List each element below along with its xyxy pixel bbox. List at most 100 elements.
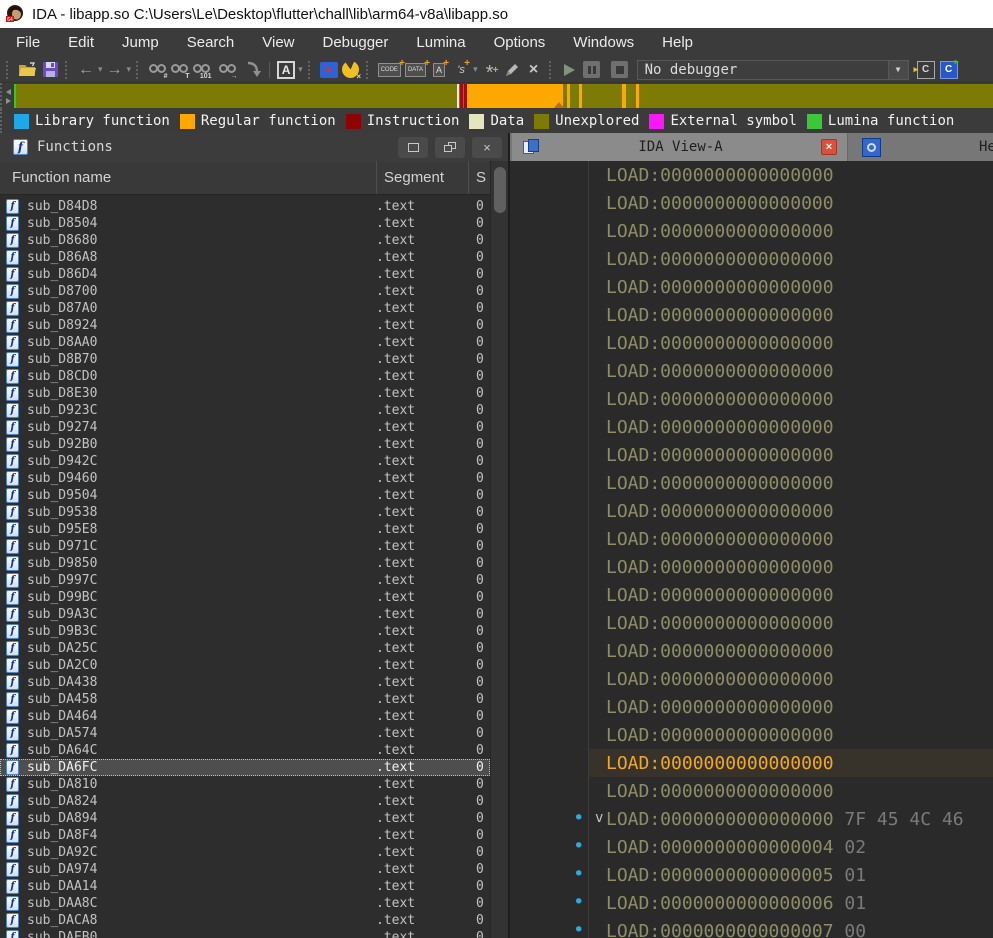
maximize-button[interactable] [398, 137, 428, 158]
navband-right-arrow-icon[interactable] [6, 98, 11, 104]
disassembly-line[interactable]: LOAD:0000000000000000 [510, 581, 993, 609]
disassembly-line[interactable]: LOAD:0000000000000000 [510, 553, 993, 581]
make-code-button[interactable]: CODE+ [378, 59, 401, 81]
disassembly-line[interactable]: LOAD:0000000000000000 [510, 301, 993, 329]
table-row[interactable]: fsub_DA824.text0 [0, 793, 490, 810]
column-start[interactable]: S [468, 161, 490, 194]
make-struct-button[interactable]: 's+ [452, 59, 470, 81]
disassembly-line[interactable]: LOAD:0000000000000000 [510, 693, 993, 721]
functions-title-bar[interactable]: f Functions × [0, 133, 508, 161]
save-button[interactable] [41, 59, 59, 81]
restore-button[interactable] [435, 137, 465, 158]
search-binary-button[interactable]: 101 [192, 59, 210, 81]
disassembly-line[interactable]: LOAD:0000000000000000 [510, 665, 993, 693]
table-row[interactable]: fsub_DA6FC.text0 [0, 759, 490, 776]
table-row[interactable]: fsub_DACA8.text0 [0, 912, 490, 929]
table-row[interactable]: fsub_D9850.text0 [0, 555, 490, 572]
table-row[interactable]: fsub_D8504.text0 [0, 215, 490, 232]
table-row[interactable]: fsub_D86A8.text0 [0, 249, 490, 266]
table-row[interactable]: fsub_D87A0.text0 [0, 300, 490, 317]
navigate-forward-button[interactable]: → [106, 59, 124, 81]
table-row[interactable]: fsub_DA464.text0 [0, 708, 490, 725]
table-row[interactable]: fsub_D9274.text0 [0, 419, 490, 436]
table-row[interactable]: fsub_D95E8.text0 [0, 521, 490, 538]
toolbar-drag-handle[interactable] [308, 61, 314, 79]
start-process-button[interactable] [561, 59, 579, 81]
disassembly-line[interactable]: LOAD:0000000000000000 [510, 721, 993, 749]
menu-lumina[interactable]: Lumina [402, 28, 479, 57]
stop-process-button[interactable] [611, 59, 629, 81]
table-row[interactable]: fsub_D9A3C.text0 [0, 606, 490, 623]
menu-jump[interactable]: Jump [108, 28, 173, 57]
column-segment[interactable]: Segment [376, 161, 468, 194]
search-address-button[interactable]: # [148, 59, 166, 81]
make-dropdown-icon[interactable]: ▾ [473, 64, 478, 75]
table-row[interactable]: fsub_DAA8C.text0 [0, 895, 490, 912]
make-string-button[interactable]: A+ [430, 59, 448, 81]
functions-scrollbar[interactable] [490, 161, 508, 938]
menu-help[interactable]: Help [648, 28, 707, 57]
table-row[interactable]: fsub_DA438.text0 [0, 674, 490, 691]
navband-left-arrow-icon[interactable] [6, 89, 11, 95]
table-row[interactable]: fsub_DA2C0.text0 [0, 657, 490, 674]
undefine-button[interactable]: *+ [481, 59, 499, 81]
debugger-dropdown-button[interactable]: ▼ [888, 61, 908, 79]
table-row[interactable]: fsub_DA894.text0 [0, 810, 490, 827]
table-row[interactable]: fsub_DAEB0.text0 [0, 929, 490, 938]
table-row[interactable]: fsub_DA8F4.text0 [0, 827, 490, 844]
table-row[interactable]: fsub_D8AA0.text0 [0, 334, 490, 351]
search-text-button[interactable]: T [170, 59, 188, 81]
lumina-button[interactable]: × [342, 59, 360, 81]
disassembly-line[interactable]: LOAD:0000000000000000 [510, 469, 993, 497]
table-row[interactable]: fsub_D84D8.text0 [0, 198, 490, 215]
collapse-chevron-icon[interactable]: v [595, 810, 603, 826]
table-row[interactable]: fsub_D9538.text0 [0, 504, 490, 521]
disassembly-line-selected[interactable]: LOAD:0000000000000000 [510, 749, 993, 777]
navband-scroll-arrows[interactable] [0, 83, 14, 109]
tab-close-button[interactable]: × [821, 139, 837, 155]
table-row[interactable]: fsub_DA458.text0 [0, 691, 490, 708]
table-row[interactable]: fsub_D86D4.text0 [0, 266, 490, 283]
table-row[interactable]: fsub_D971C.text0 [0, 538, 490, 555]
table-row[interactable]: fsub_DAA14.text0 [0, 878, 490, 895]
disassembly-view[interactable]: LOAD:0000000000000000LOAD:00000000000000… [510, 161, 993, 938]
disassembly-line[interactable]: LOAD:0000000000000000 [510, 273, 993, 301]
debugger-selector[interactable]: No debugger ▼ [637, 60, 909, 80]
table-row[interactable]: fsub_D8B70.text0 [0, 351, 490, 368]
disassembly-line[interactable]: LOAD:0000000000000000 [510, 777, 993, 805]
text-view-dropdown-icon[interactable]: ▾ [298, 64, 303, 75]
toolbar-drag-handle[interactable] [136, 61, 142, 79]
scrollbar-thumb[interactable] [494, 167, 506, 213]
open-file-button[interactable] [18, 59, 37, 81]
disassembly-line[interactable]: LOAD:0000000000000000 [510, 245, 993, 273]
table-row[interactable]: fsub_D8E30.text0 [0, 385, 490, 402]
table-row[interactable]: fsub_D9460.text0 [0, 470, 490, 487]
menu-debugger[interactable]: Debugger [309, 28, 403, 57]
menu-options[interactable]: Options [480, 28, 560, 57]
disassembly-line[interactable]: LOAD:0000000000000000 [510, 217, 993, 245]
menu-view[interactable]: View [248, 28, 308, 57]
delete-button[interactable]: × [525, 59, 543, 81]
jump-button[interactable] [244, 59, 262, 81]
disassembly-line[interactable]: LOAD:0000000000000000 [510, 189, 993, 217]
quick-debug-button[interactable]: ▸C [940, 61, 958, 79]
disassembly-line[interactable]: LOAD:0000000000000000 [510, 329, 993, 357]
disassembly-line[interactable]: LOAD:0000000000000000 [510, 161, 993, 189]
functions-column-header[interactable]: Function name Segment S [0, 161, 508, 195]
table-row[interactable]: fsub_D8680.text0 [0, 232, 490, 249]
disassembly-line[interactable]: •LOAD:0000000000000004 02 [510, 833, 993, 861]
disassembly-line[interactable]: •LOAD:0000000000000005 01 [510, 861, 993, 889]
menu-windows[interactable]: Windows [559, 28, 648, 57]
toolbar-drag-handle[interactable] [65, 61, 71, 79]
graph-overview-icon[interactable] [862, 138, 881, 157]
close-button[interactable]: × [472, 137, 502, 158]
disassembly-line[interactable]: LOAD:0000000000000000 [510, 385, 993, 413]
disassembly-line[interactable]: •LOAD:0000000000000006 01 [510, 889, 993, 917]
table-row[interactable]: fsub_D8CD0.text0 [0, 368, 490, 385]
problems-button[interactable]: ▲ [320, 59, 338, 81]
toolbar-drag-handle[interactable] [6, 61, 12, 79]
table-row[interactable]: fsub_DA574.text0 [0, 725, 490, 742]
menu-search[interactable]: Search [173, 28, 249, 57]
table-row[interactable]: fsub_DA810.text0 [0, 776, 490, 793]
menu-file[interactable]: File [2, 28, 54, 57]
